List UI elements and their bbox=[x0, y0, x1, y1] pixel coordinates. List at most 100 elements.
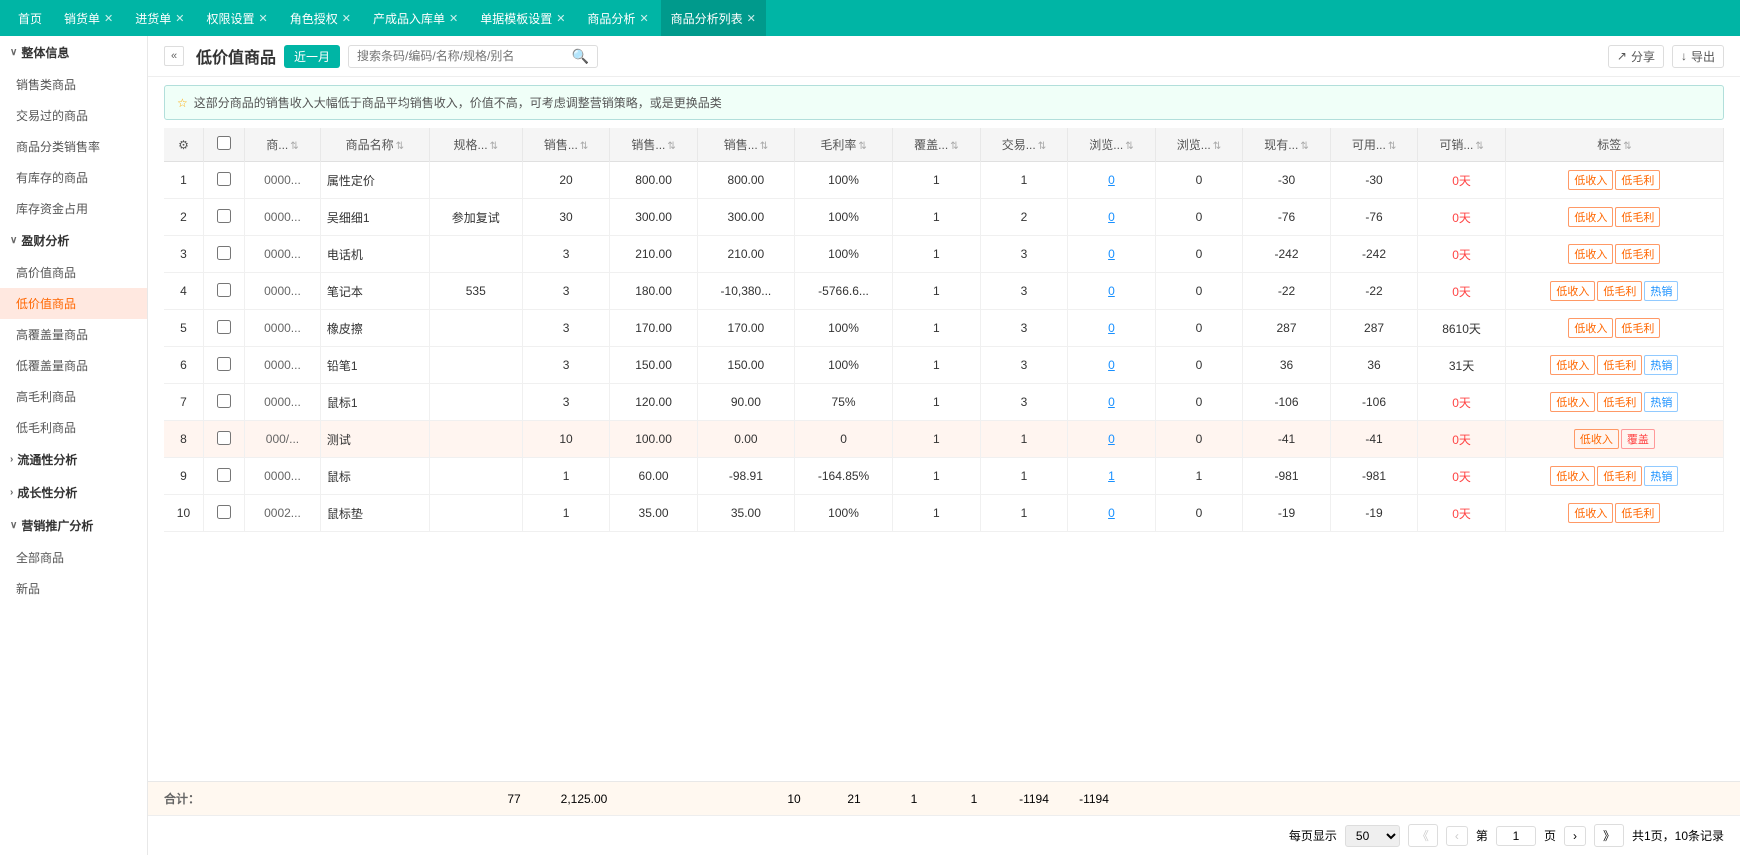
cell-check[interactable] bbox=[203, 495, 244, 532]
sidebar-group-marketing[interactable]: ∨ 营销推广分析 bbox=[0, 509, 147, 542]
sidebar-group-overview[interactable]: ∨ 整体信息 bbox=[0, 36, 147, 69]
nav-close-template[interactable]: ✕ bbox=[556, 12, 565, 25]
col-code[interactable]: 商...⇅ bbox=[245, 128, 321, 162]
browse-link[interactable]: 0 bbox=[1108, 210, 1115, 224]
prev-page-btn[interactable]: ‹ bbox=[1446, 826, 1468, 846]
sidebar-item-sales-products[interactable]: 销售类商品 bbox=[0, 69, 147, 100]
cell-browse1[interactable]: 0 bbox=[1068, 347, 1156, 384]
col-available[interactable]: 可用...⇅ bbox=[1330, 128, 1418, 162]
cell-browse1[interactable]: 0 bbox=[1068, 199, 1156, 236]
browse-link[interactable]: 0 bbox=[1108, 395, 1115, 409]
sidebar-item-stock-fund[interactable]: 库存资金占用 bbox=[0, 193, 147, 224]
sidebar-group-profit[interactable]: ∨ 盈财分析 bbox=[0, 224, 147, 257]
nav-item-sales[interactable]: 销货单 ✕ bbox=[54, 0, 123, 36]
col-current[interactable]: 现有...⇅ bbox=[1243, 128, 1331, 162]
nav-close-warehouse[interactable]: ✕ bbox=[449, 12, 458, 25]
browse-link[interactable]: 0 bbox=[1108, 284, 1115, 298]
nav-close-analysis[interactable]: ✕ bbox=[639, 12, 648, 25]
browse-link[interactable]: 0 bbox=[1108, 432, 1115, 446]
nav-item-warehouse[interactable]: 产成品入库单 ✕ bbox=[363, 0, 468, 36]
col-browse2[interactable]: 浏览...⇅ bbox=[1155, 128, 1243, 162]
col-sales-amt[interactable]: 销售...⇅ bbox=[610, 128, 698, 162]
nav-close-purchase[interactable]: ✕ bbox=[175, 12, 184, 25]
col-trans[interactable]: 交易...⇅ bbox=[980, 128, 1068, 162]
col-sales-avg[interactable]: 销售...⇅ bbox=[697, 128, 794, 162]
sidebar-item-all-products[interactable]: 全部商品 bbox=[0, 542, 147, 573]
nav-close-analysis-list[interactable]: ✕ bbox=[747, 12, 756, 25]
nav-close-sales[interactable]: ✕ bbox=[104, 12, 113, 25]
sidebar-item-low-coverage[interactable]: 低覆盖量商品 bbox=[0, 350, 147, 381]
cell-name: 测试 bbox=[320, 421, 429, 458]
cell-sales-qty: 30 bbox=[522, 199, 610, 236]
cell-browse1[interactable]: 0 bbox=[1068, 495, 1156, 532]
browse-link[interactable]: 0 bbox=[1108, 247, 1115, 261]
sidebar-group-circulation[interactable]: › 流通性分析 bbox=[0, 443, 147, 476]
cell-browse1[interactable]: 1 bbox=[1068, 458, 1156, 495]
col-label[interactable]: 标签⇅ bbox=[1505, 128, 1723, 162]
browse-link[interactable]: 0 bbox=[1108, 358, 1115, 372]
next-page-btn[interactable]: › bbox=[1564, 826, 1586, 846]
col-name[interactable]: 商品名称⇅ bbox=[320, 128, 429, 162]
cell-browse1[interactable]: 0 bbox=[1068, 310, 1156, 347]
sidebar-item-category-rate[interactable]: 商品分类销售率 bbox=[0, 131, 147, 162]
cell-check[interactable] bbox=[203, 162, 244, 199]
collapse-button[interactable]: « bbox=[164, 46, 184, 66]
cell-browse1[interactable]: 0 bbox=[1068, 162, 1156, 199]
cell-browse1[interactable]: 0 bbox=[1068, 421, 1156, 458]
cell-check[interactable] bbox=[203, 236, 244, 273]
cell-check[interactable] bbox=[203, 199, 244, 236]
cell-check[interactable] bbox=[203, 458, 244, 495]
sidebar-item-stock-products[interactable]: 有库存的商品 bbox=[0, 162, 147, 193]
col-cover[interactable]: 覆盖...⇅ bbox=[893, 128, 981, 162]
sidebar-item-new-products[interactable]: 新品 bbox=[0, 573, 147, 604]
sidebar-item-high-value[interactable]: 高价值商品 bbox=[0, 257, 147, 288]
col-sales-qty[interactable]: 销售...⇅ bbox=[522, 128, 610, 162]
nav-item-analysis[interactable]: 商品分析 ✕ bbox=[577, 0, 658, 36]
browse-link[interactable]: 0 bbox=[1108, 173, 1115, 187]
sidebar-item-high-coverage[interactable]: 高覆盖量商品 bbox=[0, 319, 147, 350]
last-page-btn[interactable]: 》 bbox=[1594, 824, 1624, 847]
share-button[interactable]: ↗ 分享 bbox=[1608, 45, 1664, 68]
nav-close-role[interactable]: ✕ bbox=[342, 12, 351, 25]
cell-browse1[interactable]: 0 bbox=[1068, 273, 1156, 310]
sidebar-item-low-value[interactable]: 低价值商品 bbox=[0, 288, 147, 319]
export-button[interactable]: ↓ 导出 bbox=[1672, 45, 1724, 68]
nav-item-template[interactable]: 单据模板设置 ✕ bbox=[470, 0, 575, 36]
nav-close-permission[interactable]: ✕ bbox=[259, 12, 268, 25]
cell-browse1[interactable]: 0 bbox=[1068, 384, 1156, 421]
nav-item-purchase[interactable]: 进货单 ✕ bbox=[125, 0, 194, 36]
search-icon[interactable]: 🔍 bbox=[572, 48, 589, 65]
filter-button[interactable]: 近一月 bbox=[284, 45, 340, 68]
browse-link[interactable]: 0 bbox=[1108, 321, 1115, 335]
page-input[interactable] bbox=[1496, 826, 1536, 846]
cell-check[interactable] bbox=[203, 384, 244, 421]
cell-browse1[interactable]: 0 bbox=[1068, 236, 1156, 273]
cell-check[interactable] bbox=[203, 310, 244, 347]
col-spec[interactable]: 规格...⇅ bbox=[429, 128, 522, 162]
cell-check[interactable] bbox=[203, 273, 244, 310]
footer-cover: 10 bbox=[764, 792, 824, 806]
col-gross-rate[interactable]: 毛利率⇅ bbox=[794, 128, 892, 162]
nav-item-analysis-list[interactable]: 商品分析列表 ✕ bbox=[661, 0, 766, 36]
cell-check[interactable] bbox=[203, 421, 244, 458]
browse-link[interactable]: 1 bbox=[1108, 469, 1115, 483]
cell-check[interactable] bbox=[203, 347, 244, 384]
first-page-btn[interactable]: 《 bbox=[1408, 824, 1438, 847]
col-browse1[interactable]: 浏览...⇅ bbox=[1068, 128, 1156, 162]
col-check[interactable] bbox=[203, 128, 244, 162]
nav-item-role[interactable]: 角色授权 ✕ bbox=[280, 0, 361, 36]
cell-trans: 1 bbox=[980, 495, 1068, 532]
per-page-select[interactable]: 50 100 200 bbox=[1345, 825, 1400, 847]
sidebar-item-high-margin[interactable]: 高毛利商品 bbox=[0, 381, 147, 412]
nav-item-home[interactable]: 首页 bbox=[8, 0, 52, 36]
sidebar-group-growth[interactable]: › 成长性分析 bbox=[0, 476, 147, 509]
sidebar-item-traded-products[interactable]: 交易过的商品 bbox=[0, 100, 147, 131]
search-input[interactable] bbox=[357, 49, 572, 63]
nav-item-permission[interactable]: 权限设置 ✕ bbox=[196, 0, 277, 36]
col-settings[interactable]: ⚙ bbox=[164, 128, 203, 162]
browse-link[interactable]: 0 bbox=[1108, 506, 1115, 520]
cell-sales-amt: 170.00 bbox=[610, 310, 698, 347]
table-wrapper[interactable]: ⚙ 商...⇅ 商品名称⇅ 规格...⇅ 销售...⇅ 销售...⇅ 销售...… bbox=[164, 128, 1724, 781]
sidebar-item-low-margin[interactable]: 低毛利商品 bbox=[0, 412, 147, 443]
col-sellable[interactable]: 可销...⇅ bbox=[1418, 128, 1506, 162]
